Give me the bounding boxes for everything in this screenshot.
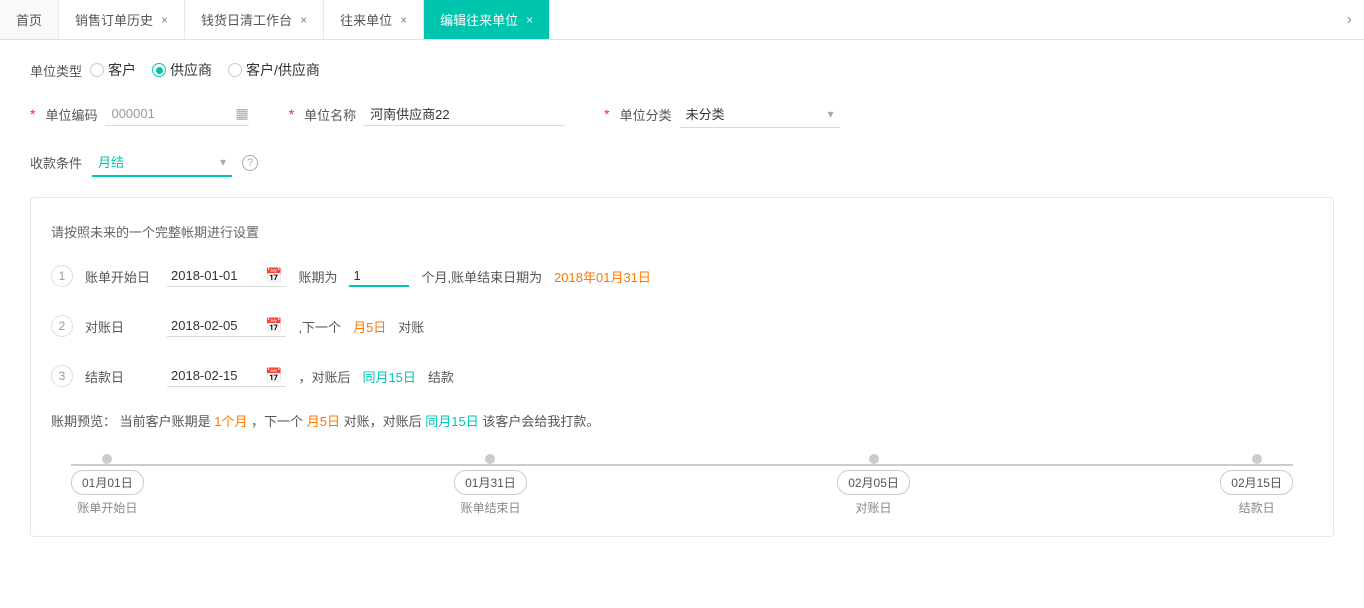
step-2: 2 bbox=[51, 315, 73, 337]
tab-partner-units[interactable]: 往来单位 × bbox=[324, 0, 424, 39]
period-suffix-2: 对账 bbox=[398, 317, 424, 336]
preview-highlight-1: 1个月 bbox=[214, 414, 247, 429]
tab-sales-order-history[interactable]: 销售订单历史 × bbox=[59, 0, 185, 39]
step-1: 1 bbox=[51, 265, 73, 287]
date-input-wrap-3: 📅 bbox=[167, 365, 286, 387]
payment-label: 收款条件 bbox=[30, 153, 82, 172]
period-highlight-date-1: 2018年01月31日 bbox=[554, 267, 651, 286]
unit-name-group: * 单位名称 bbox=[289, 102, 564, 126]
unit-name-label: 单位名称 bbox=[304, 105, 356, 124]
payment-arrow: ▾ bbox=[220, 155, 226, 169]
unit-info-row: * 单位编码 ▦ * 单位名称 * 单位分类 未分类 ▾ bbox=[30, 100, 1334, 128]
period-row-3: 3 结款日 📅 ，对账后 同月15日 结款 bbox=[51, 365, 1313, 387]
radio-both[interactable]: 客户/供应商 bbox=[228, 60, 320, 80]
close-tab-cash[interactable]: × bbox=[300, 13, 307, 27]
tl-date-2: 02月05日 bbox=[837, 470, 910, 495]
close-tab-sales[interactable]: × bbox=[161, 13, 168, 27]
period-panel: 请按照未来的一个完整帐期进行设置 1 账单开始日 📅 账期为 个月,账单结束日期… bbox=[30, 197, 1334, 537]
timeline: 01月01日 账单开始日 01月31日 账单结束日 02月05日 对账日 bbox=[51, 454, 1313, 516]
period-suffix-3: 结款 bbox=[428, 367, 454, 386]
step-3: 3 bbox=[51, 365, 73, 387]
tl-node-0: 01月01日 账单开始日 bbox=[71, 454, 144, 516]
month-input[interactable] bbox=[349, 266, 409, 287]
tl-node-1: 01月31日 账单结束日 bbox=[454, 454, 527, 516]
unit-name-input[interactable] bbox=[364, 102, 564, 126]
preview-highlight-2: 月5日 bbox=[307, 414, 340, 429]
period-suffix-1b: 个月,账单结束日期为 bbox=[421, 267, 542, 286]
payment-select[interactable]: 月结 ▾ bbox=[92, 148, 232, 177]
period-prefix-3: ，对账后 bbox=[298, 367, 350, 386]
date-input-3[interactable] bbox=[171, 368, 261, 383]
tl-label-2: 对账日 bbox=[856, 499, 892, 516]
tl-label-1: 账单结束日 bbox=[460, 499, 520, 516]
radio-customer[interactable]: 客户 bbox=[90, 60, 136, 80]
date-input-wrap-1: 📅 bbox=[167, 265, 286, 287]
main-content: 单位类型 客户 供应商 客户/供应商 * 单位编码 bbox=[0, 40, 1364, 608]
close-tab-edit[interactable]: × bbox=[526, 13, 533, 27]
field-label-3: 结款日 bbox=[85, 367, 155, 386]
tl-node-3: 02月15日 结款日 bbox=[1220, 454, 1293, 516]
date-input-2[interactable] bbox=[171, 318, 261, 333]
tl-date-3: 02月15日 bbox=[1220, 470, 1293, 495]
date-input-wrap-2: 📅 bbox=[167, 315, 286, 337]
help-icon[interactable]: ? bbox=[242, 155, 258, 171]
unit-type-row: 单位类型 客户 供应商 客户/供应商 bbox=[30, 60, 1334, 80]
tl-label-3: 结款日 bbox=[1239, 499, 1275, 516]
preview-text: 账期预览： 当前客户账期是 1个月 ，下一个 月5日 对账，对账后 同月15日 … bbox=[51, 411, 1313, 430]
unit-name-required: * bbox=[289, 106, 294, 122]
date-input-1[interactable] bbox=[171, 268, 261, 283]
preview-highlight-3: 同月15日 bbox=[425, 414, 478, 429]
field-label-2: 对账日 bbox=[85, 317, 155, 336]
unit-code-input[interactable] bbox=[105, 102, 235, 125]
unit-code-label: 单位编码 bbox=[45, 105, 97, 124]
unit-code-input-wrap: ▦ bbox=[105, 102, 248, 126]
tab-cash-reconciliation[interactable]: 钱货日清工作台 × bbox=[185, 0, 324, 39]
timeline-line bbox=[71, 464, 1293, 466]
unit-type-label: 单位类型 bbox=[30, 61, 82, 80]
period-highlight-3: 同月15日 bbox=[362, 367, 415, 386]
close-tab-partner[interactable]: × bbox=[400, 13, 407, 27]
radio-supplier[interactable]: 供应商 bbox=[152, 60, 212, 80]
tab-home[interactable]: 首页 bbox=[0, 0, 59, 39]
period-highlight-2: 月5日 bbox=[353, 317, 386, 336]
unit-category-group: * 单位分类 未分类 ▾ bbox=[604, 100, 839, 128]
calendar-icon-1[interactable]: 📅 bbox=[265, 267, 282, 284]
preview-section: 账期预览： 当前客户账期是 1个月 ，下一个 月5日 对账，对账后 同月15日 … bbox=[51, 395, 1313, 516]
tl-date-1: 01月31日 bbox=[454, 470, 527, 495]
tl-date-0: 01月01日 bbox=[71, 470, 144, 495]
unit-code-required: * bbox=[30, 106, 35, 122]
tl-node-2: 02月05日 对账日 bbox=[837, 454, 910, 516]
calendar-icon-3[interactable]: 📅 bbox=[265, 367, 282, 384]
tab-bar: 首页 销售订单历史 × 钱货日清工作台 × 往来单位 × 编辑往来单位 × › bbox=[0, 0, 1364, 40]
unit-category-required: * bbox=[604, 106, 609, 122]
period-suffix-1: 账期为 bbox=[298, 267, 337, 286]
radio-both-circle bbox=[228, 63, 242, 77]
radio-supplier-circle bbox=[152, 63, 166, 77]
unit-type-radio-group: 客户 供应商 客户/供应商 bbox=[90, 60, 320, 80]
field-label-1: 账单开始日 bbox=[85, 267, 155, 286]
unit-category-select[interactable]: 未分类 ▾ bbox=[680, 100, 840, 128]
unit-type-group: 单位类型 客户 供应商 客户/供应商 bbox=[30, 60, 320, 80]
tab-edit-partner[interactable]: 编辑往来单位 × bbox=[424, 0, 550, 39]
unit-code-icon: ▦ bbox=[235, 105, 248, 122]
tab-more-button[interactable]: › bbox=[1335, 0, 1364, 39]
unit-category-arrow: ▾ bbox=[828, 107, 834, 121]
radio-customer-circle bbox=[90, 63, 104, 77]
unit-code-group: * 单位编码 ▦ bbox=[30, 102, 249, 126]
period-prefix-2: ,下一个 bbox=[298, 317, 341, 336]
period-instruction: 请按照未来的一个完整帐期进行设置 bbox=[51, 222, 1313, 241]
calendar-icon-2[interactable]: 📅 bbox=[265, 317, 282, 334]
period-row-2: 2 对账日 📅 ,下一个 月5日 对账 bbox=[51, 315, 1313, 337]
tl-label-0: 账单开始日 bbox=[77, 499, 137, 516]
period-row-1: 1 账单开始日 📅 账期为 个月,账单结束日期为 2018年01月31日 bbox=[51, 265, 1313, 287]
unit-category-label: 单位分类 bbox=[620, 105, 672, 124]
payment-row: 收款条件 月结 ▾ ? bbox=[30, 148, 1334, 177]
